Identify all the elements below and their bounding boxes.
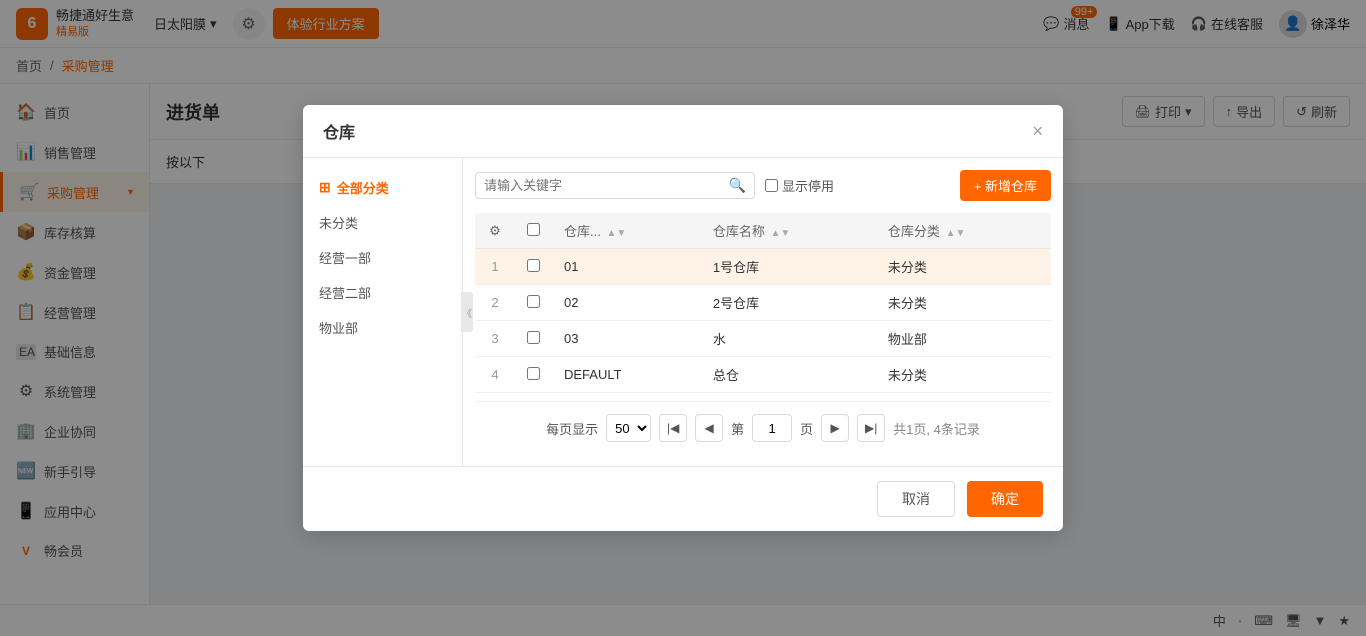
- col-checkbox: [515, 213, 552, 249]
- per-page-select[interactable]: 50: [606, 414, 651, 442]
- last-page-button[interactable]: ▶|: [857, 414, 885, 442]
- select-all-checkbox[interactable]: [527, 223, 540, 236]
- confirm-button[interactable]: 确定: [967, 481, 1043, 517]
- col-category[interactable]: 仓库分类 ▲▼: [876, 213, 1051, 249]
- table-header: ⚙ 仓库... ▲▼ 仓库名称 ▲▼: [475, 213, 1051, 249]
- modal-body: ⊞ 全部分类 未分类 经营一部 经营二部 物业部 《 🔍: [303, 158, 1063, 466]
- pagination: 每页显示 50 |◀ ◀ 第 页 ▶ ▶| 共1页, 4条记录: [475, 401, 1051, 454]
- show-disabled-label[interactable]: 显示停用: [765, 176, 834, 195]
- category-item-dept2[interactable]: 经营二部: [303, 275, 462, 310]
- modal-close-button[interactable]: ×: [1032, 122, 1043, 140]
- category-all-header[interactable]: ⊞ 全部分类: [303, 170, 462, 205]
- row-code: 01: [552, 249, 701, 285]
- row-name: 2号仓库: [701, 285, 876, 321]
- category-collapse-button[interactable]: 《: [461, 292, 473, 332]
- modal-footer: 取消 确定: [303, 466, 1063, 531]
- row-category: 物业部: [876, 321, 1051, 357]
- col-settings[interactable]: ⚙: [475, 213, 515, 249]
- table-row[interactable]: 3 03 水 物业部: [475, 321, 1051, 357]
- search-input-wrap: 🔍: [475, 172, 755, 199]
- row-checkbox[interactable]: [515, 249, 552, 285]
- col-code[interactable]: 仓库... ▲▼: [552, 213, 701, 249]
- category-item-property[interactable]: 物业部: [303, 310, 462, 345]
- per-page-label: 每页显示: [546, 419, 598, 438]
- category-item-dept1[interactable]: 经营一部: [303, 240, 462, 275]
- row-code: 02: [552, 285, 701, 321]
- row-code: DEFAULT: [552, 357, 701, 393]
- row-code: 03: [552, 321, 701, 357]
- row-num: 1: [475, 249, 515, 285]
- total-info: 共1页, 4条记录: [893, 419, 980, 438]
- table-row[interactable]: 1 01 1号仓库 未分类: [475, 249, 1051, 285]
- row-name: 总仓: [701, 357, 876, 393]
- add-warehouse-button[interactable]: + 新增仓库: [960, 170, 1051, 201]
- category-panel: ⊞ 全部分类 未分类 经营一部 经营二部 物业部 《: [303, 158, 463, 466]
- row-category: 未分类: [876, 285, 1051, 321]
- search-icon[interactable]: 🔍: [729, 177, 746, 194]
- next-page-button[interactable]: ▶: [821, 414, 849, 442]
- category-all-label: 全部分类: [337, 178, 389, 197]
- table-body: 1 01 1号仓库 未分类 2 02 2号仓库 未分类: [475, 249, 1051, 393]
- settings-icon: ⚙: [489, 223, 501, 238]
- row-category: 未分类: [876, 357, 1051, 393]
- row-checkbox[interactable]: [515, 321, 552, 357]
- row-checkbox[interactable]: [515, 285, 552, 321]
- modal-title: 仓库: [323, 119, 355, 143]
- search-input[interactable]: [484, 178, 729, 193]
- table-row[interactable]: 4 DEFAULT 总仓 未分类: [475, 357, 1051, 393]
- table: ⚙ 仓库... ▲▼ 仓库名称 ▲▼: [475, 213, 1051, 393]
- row-checkbox[interactable]: [515, 357, 552, 393]
- sort-icon: ▲▼: [606, 228, 626, 239]
- row-num: 4: [475, 357, 515, 393]
- close-icon: ×: [1032, 121, 1043, 141]
- row-category: 未分类: [876, 249, 1051, 285]
- warehouse-toolbar: 🔍 显示停用 + 新增仓库: [475, 170, 1051, 201]
- page-input[interactable]: [752, 414, 792, 442]
- table-row[interactable]: 2 02 2号仓库 未分类: [475, 285, 1051, 321]
- category-item-unclassified[interactable]: 未分类: [303, 205, 462, 240]
- warehouse-modal: 仓库 × ⊞ 全部分类 未分类 经营一部 经营二部 物业部 《: [303, 105, 1063, 531]
- row-name: 1号仓库: [701, 249, 876, 285]
- grid-icon: ⊞: [319, 179, 331, 196]
- cancel-button[interactable]: 取消: [877, 481, 955, 517]
- first-page-button[interactable]: |◀: [659, 414, 687, 442]
- row-num: 3: [475, 321, 515, 357]
- warehouse-table: ⚙ 仓库... ▲▼ 仓库名称 ▲▼: [475, 213, 1051, 393]
- col-name[interactable]: 仓库名称 ▲▼: [701, 213, 876, 249]
- row-name: 水: [701, 321, 876, 357]
- page-suffix: 页: [800, 419, 813, 438]
- sort-icon: ▲▼: [771, 228, 791, 239]
- prev-page-button[interactable]: ◀: [695, 414, 723, 442]
- sort-icon: ▲▼: [946, 228, 966, 239]
- page-label: 第: [731, 419, 744, 438]
- warehouse-content: 🔍 显示停用 + 新增仓库 ⚙: [463, 158, 1063, 466]
- row-num: 2: [475, 285, 515, 321]
- modal-header: 仓库 ×: [303, 105, 1063, 158]
- show-disabled-checkbox[interactable]: [765, 179, 778, 192]
